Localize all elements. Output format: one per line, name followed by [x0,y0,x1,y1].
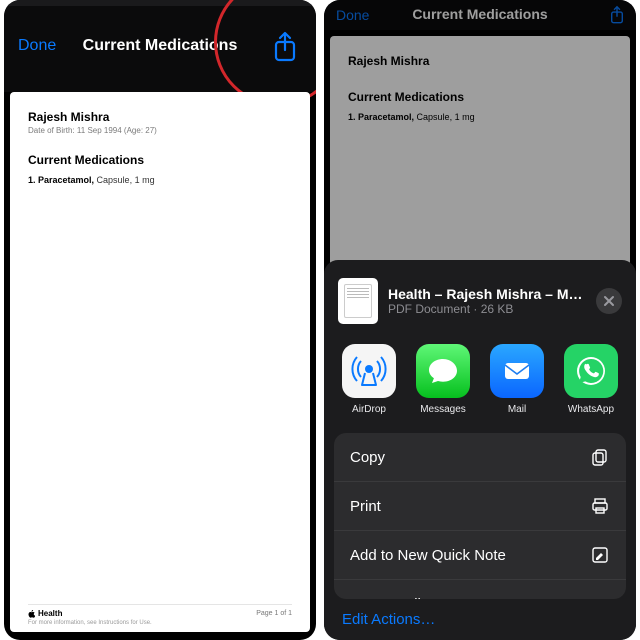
airdrop-icon [342,344,396,398]
save-files-action[interactable]: Save to Files [334,580,626,599]
printer-icon [590,496,610,516]
sheet-header: Health – Rajesh Mishra – Medicati… PDF D… [324,272,636,338]
document-subtitle: PDF Document · 26 KB [388,302,586,316]
quick-note-action[interactable]: Add to New Quick Note [334,531,626,580]
messages-icon [416,344,470,398]
share-button[interactable] [270,30,300,67]
close-icon [603,295,615,307]
document-thumbnail [338,278,378,324]
medication-item: 1. Paracetamol, Capsule, 1 mg [28,175,292,185]
messages-app[interactable]: Messages [416,344,470,415]
patient-dob: Date of Birth: 11 Sep 1994 (Age: 27) [28,126,292,135]
quick-note-label: Add to New Quick Note [350,547,506,564]
messages-label: Messages [420,404,466,415]
whatsapp-app[interactable]: WhatsApp [564,344,618,415]
copy-label: Copy [350,449,385,466]
mail-app[interactable]: Mail [490,344,544,415]
navigation-bar: Done Current Medications [4,0,316,92]
left-phone: Done Current Medications Rajesh Mishra D… [4,0,316,640]
copy-icon [590,447,610,467]
print-action[interactable]: Print [334,482,626,531]
airdrop-label: AirDrop [352,404,386,415]
quick-note-icon [590,545,610,565]
document-title: Health – Rajesh Mishra – Medicati… [388,286,586,302]
whatsapp-label: WhatsApp [568,404,614,415]
share-apps-row: AirDrop Messages Mail [324,338,636,423]
actions-list: Copy Print Add to New Quick Note Save to… [334,433,626,599]
apple-logo-icon [28,610,35,618]
airdrop-app[interactable]: AirDrop [342,344,396,415]
print-label: Print [350,498,381,515]
page-number: Page 1 of 1 [256,610,292,617]
share-icon [270,30,300,64]
right-phone: Done Current Medications Rajesh Mishra C… [324,0,636,640]
close-button[interactable] [596,288,622,314]
copy-action[interactable]: Copy [334,433,626,482]
edit-actions-button[interactable]: Edit Actions… [324,599,636,640]
mail-label: Mail [508,404,526,415]
patient-name: Rajesh Mishra [28,110,292,124]
footer-fineprint: For more information, see Instructions f… [28,620,152,626]
share-sheet: Health – Rajesh Mishra – Medicati… PDF D… [324,260,636,640]
whatsapp-icon [564,344,618,398]
mail-icon [490,344,544,398]
document-page[interactable]: Rajesh Mishra Date of Birth: 11 Sep 1994… [10,92,310,632]
section-heading: Current Medications [28,153,292,167]
health-brand: Health [28,609,62,618]
